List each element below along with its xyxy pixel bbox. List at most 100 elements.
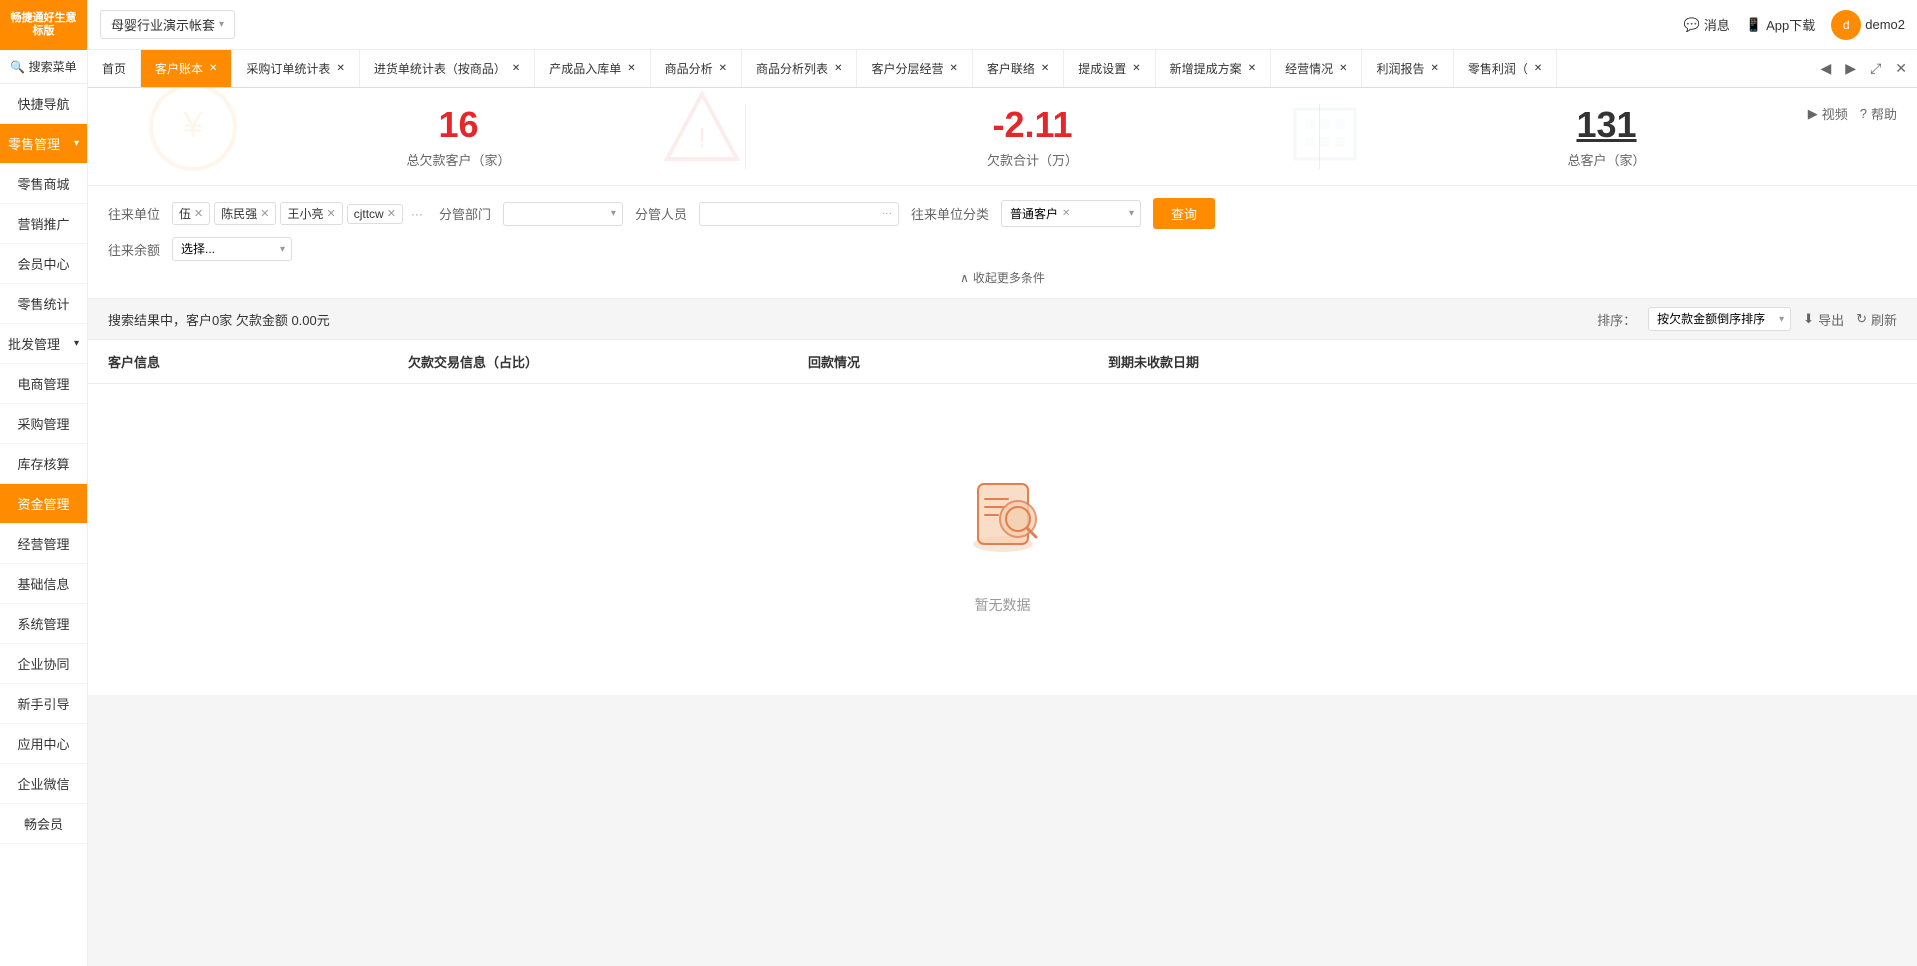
balance-filter-label: 往来余额: [108, 240, 160, 259]
account-selector[interactable]: 母婴行业演示帐套 ▾: [100, 10, 235, 39]
export-btn[interactable]: ⬇ 导出: [1803, 310, 1844, 329]
tab-close-customer-ledger[interactable]: ✕: [209, 63, 217, 74]
sidebar-item-app-center[interactable]: 应用中心: [0, 724, 87, 764]
unit-tag-wu[interactable]: 伍 ✕: [172, 202, 210, 225]
tab-close-retail-profit[interactable]: ✕: [1534, 63, 1542, 74]
tab-close-operations-status[interactable]: ✕: [1339, 63, 1347, 74]
tab-close-profit-report[interactable]: ✕: [1431, 63, 1439, 74]
sidebar-item-capital[interactable]: 资金管理: [0, 484, 87, 524]
tab-purchase-order-stats[interactable]: 采购订单统计表 ✕: [232, 50, 359, 87]
messages-btn[interactable]: 💬 消息: [1684, 15, 1730, 34]
sidebar-item-retail-mall[interactable]: 零售商城: [0, 164, 87, 204]
person-select-wrapper[interactable]: ···: [699, 202, 899, 226]
sidebar: 畅捷通好生意 标版 🔍 搜索菜单 快捷导航 零售管理 ▾ 零售商城 营销推广 会…: [0, 0, 88, 966]
sidebar-item-retail-stats[interactable]: 零售统计: [0, 284, 87, 324]
sort-select[interactable]: 按欠款金额倒序排序: [1649, 308, 1790, 330]
topbar: 母婴行业演示帐套 ▾ 💬 消息 📱 App下载 d demo2: [88, 0, 1917, 50]
result-actions: 排序： 按欠款金额倒序排序 ▾ ⬇ 导出 ↻ 刷新: [1597, 307, 1897, 331]
tab-close-goods-analysis-list[interactable]: ✕: [834, 63, 842, 74]
dept-select-wrapper[interactable]: ▾: [503, 202, 623, 226]
result-bar: 搜索结果中，客户0家 欠款金额 0.00元 排序： 按欠款金额倒序排序 ▾ ⬇ …: [88, 299, 1917, 340]
tab-nav-controls: ◀ ▶ ⤢ ✕: [1811, 56, 1917, 81]
help-icon: ?: [1860, 106, 1867, 121]
collapse-filters-btn[interactable]: ∧ 收起更多条件: [108, 269, 1897, 286]
refresh-btn[interactable]: ↻ 刷新: [1856, 310, 1897, 329]
tab-instock-stats[interactable]: 进货单统计表（按商品） ✕: [360, 50, 535, 87]
tab-profit-report[interactable]: 利润报告 ✕: [1362, 50, 1453, 87]
tab-operations-status[interactable]: 经营情况 ✕: [1271, 50, 1362, 87]
app-download-btn[interactable]: 📱 App下载: [1746, 15, 1815, 34]
sidebar-item-vip-member[interactable]: 畅会员: [0, 804, 87, 844]
user-avatar-btn[interactable]: d demo2: [1831, 10, 1905, 40]
tab-product-instock[interactable]: 产成品入库单 ✕: [535, 50, 650, 87]
unit-category-select-wrapper[interactable]: 普通客户 ✕ ▾: [1001, 200, 1141, 227]
empty-text: 暂无数据: [975, 595, 1031, 615]
unit-category-clear[interactable]: ✕: [1062, 208, 1070, 219]
stat-block-debt: -2.11 欠款合计（万）: [745, 104, 1319, 169]
logo-line1: 畅捷通好生意: [11, 12, 77, 25]
tag-close-wangxiaoliang[interactable]: ✕: [327, 207, 336, 220]
sidebar-item-member-center[interactable]: 会员中心: [0, 244, 87, 284]
sidebar-item-basic-info[interactable]: 基础信息: [0, 564, 87, 604]
dept-select[interactable]: [504, 203, 622, 225]
tag-close-cjttcw[interactable]: ✕: [387, 207, 396, 220]
stats-banner: ¥ ! 16 总欠款客户（家） -2.11 欠款合计（万） 131 总客户（家）: [88, 88, 1917, 186]
tab-maximize-btn[interactable]: ⤢: [1864, 56, 1887, 81]
sidebar-item-wholesale-mgmt[interactable]: 批发管理 ▾: [0, 324, 87, 364]
query-button[interactable]: 查询: [1153, 198, 1215, 229]
help-btn[interactable]: ? 帮助: [1860, 104, 1897, 123]
filter-area: 往来单位 伍 ✕ 陈民强 ✕ 王小亮 ✕ cjttcw: [88, 186, 1917, 299]
tab-close-new-boost-plan[interactable]: ✕: [1248, 63, 1256, 74]
main-area: 母婴行业演示帐套 ▾ 💬 消息 📱 App下载 d demo2 首页 客户账本: [88, 0, 1917, 966]
video-btn[interactable]: ▶ 视频: [1808, 104, 1848, 123]
page-content: ¥ ! 16 总欠款客户（家） -2.11 欠款合计（万） 131 总客户（家）: [88, 88, 1917, 966]
sidebar-item-sys-mgmt[interactable]: 系统管理: [0, 604, 87, 644]
unit-tag-wangxiaoliang[interactable]: 王小亮 ✕: [280, 202, 342, 225]
balance-select[interactable]: 选择...: [173, 238, 291, 260]
sidebar-item-purchase[interactable]: 采购管理: [0, 404, 87, 444]
tab-close-customer-segment[interactable]: ✕: [949, 63, 957, 74]
sidebar-item-new-guide[interactable]: 新手引导: [0, 684, 87, 724]
sidebar-item-inventory[interactable]: 库存核算: [0, 444, 87, 484]
unit-tag-cjttcw[interactable]: cjttcw ✕: [347, 204, 403, 224]
tab-close-product-instock[interactable]: ✕: [627, 63, 635, 74]
stat-total-customers-label: 总客户（家）: [1567, 150, 1645, 169]
export-icon: ⬇: [1803, 311, 1814, 327]
tab-home[interactable]: 首页: [88, 50, 141, 87]
sidebar-item-marketing[interactable]: 营销推广: [0, 204, 87, 244]
person-select[interactable]: [700, 203, 898, 225]
sidebar-item-enterprise-wechat[interactable]: 企业微信: [0, 764, 87, 804]
tab-retail-profit[interactable]: 零售利润（ ✕: [1454, 50, 1557, 87]
tab-close-goods-analysis[interactable]: ✕: [719, 63, 727, 74]
tab-goods-analysis-list[interactable]: 商品分析列表 ✕: [742, 50, 857, 87]
tab-goods-analysis[interactable]: 商品分析 ✕: [651, 50, 742, 87]
tab-close-customer-contact[interactable]: ✕: [1041, 63, 1049, 74]
unit-filter-tags: 伍 ✕ 陈民强 ✕ 王小亮 ✕ cjttcw ✕ ···: [172, 202, 427, 225]
sidebar-item-enterprise-coop[interactable]: 企业协同: [0, 644, 87, 684]
tab-customer-segment[interactable]: 客户分层经营 ✕: [857, 50, 972, 87]
unit-tag-chenminqiang[interactable]: 陈民强 ✕: [214, 202, 276, 225]
tab-customer-contact[interactable]: 客户联络 ✕: [973, 50, 1064, 87]
tab-next-btn[interactable]: ▶: [1839, 56, 1862, 81]
tab-close-all-btn[interactable]: ✕: [1889, 56, 1913, 81]
tab-close-boost-settings[interactable]: ✕: [1132, 63, 1140, 74]
sidebar-item-retail-mgmt[interactable]: 零售管理 ▾: [0, 124, 87, 164]
tab-new-boost-plan[interactable]: 新增提成方案 ✕: [1156, 50, 1271, 87]
balance-select-wrapper[interactable]: 选择... ▾: [172, 237, 292, 261]
sidebar-item-operations[interactable]: 经营管理: [0, 524, 87, 564]
tab-close-purchase-order-stats[interactable]: ✕: [336, 63, 344, 74]
tab-close-instock-stats[interactable]: ✕: [512, 63, 520, 74]
unit-category-value[interactable]: 普通客户 ✕: [1002, 201, 1140, 226]
tab-boost-settings[interactable]: 提成设置 ✕: [1064, 50, 1155, 87]
empty-icon: [953, 464, 1053, 583]
tag-close-wu[interactable]: ✕: [194, 207, 203, 220]
tab-customer-ledger[interactable]: 客户账本 ✕: [141, 50, 232, 87]
phone-icon: 📱: [1746, 17, 1762, 33]
unit-tags-more[interactable]: ···: [407, 205, 427, 223]
sidebar-item-ecommerce[interactable]: 电商管理: [0, 364, 87, 404]
sidebar-item-quick-nav[interactable]: 快捷导航: [0, 84, 87, 124]
tag-close-chenminqiang[interactable]: ✕: [260, 207, 269, 220]
sort-select-wrapper[interactable]: 按欠款金额倒序排序 ▾: [1648, 307, 1791, 331]
tab-prev-btn[interactable]: ◀: [1815, 56, 1838, 81]
search-menu[interactable]: 🔍 搜索菜单: [0, 50, 87, 84]
